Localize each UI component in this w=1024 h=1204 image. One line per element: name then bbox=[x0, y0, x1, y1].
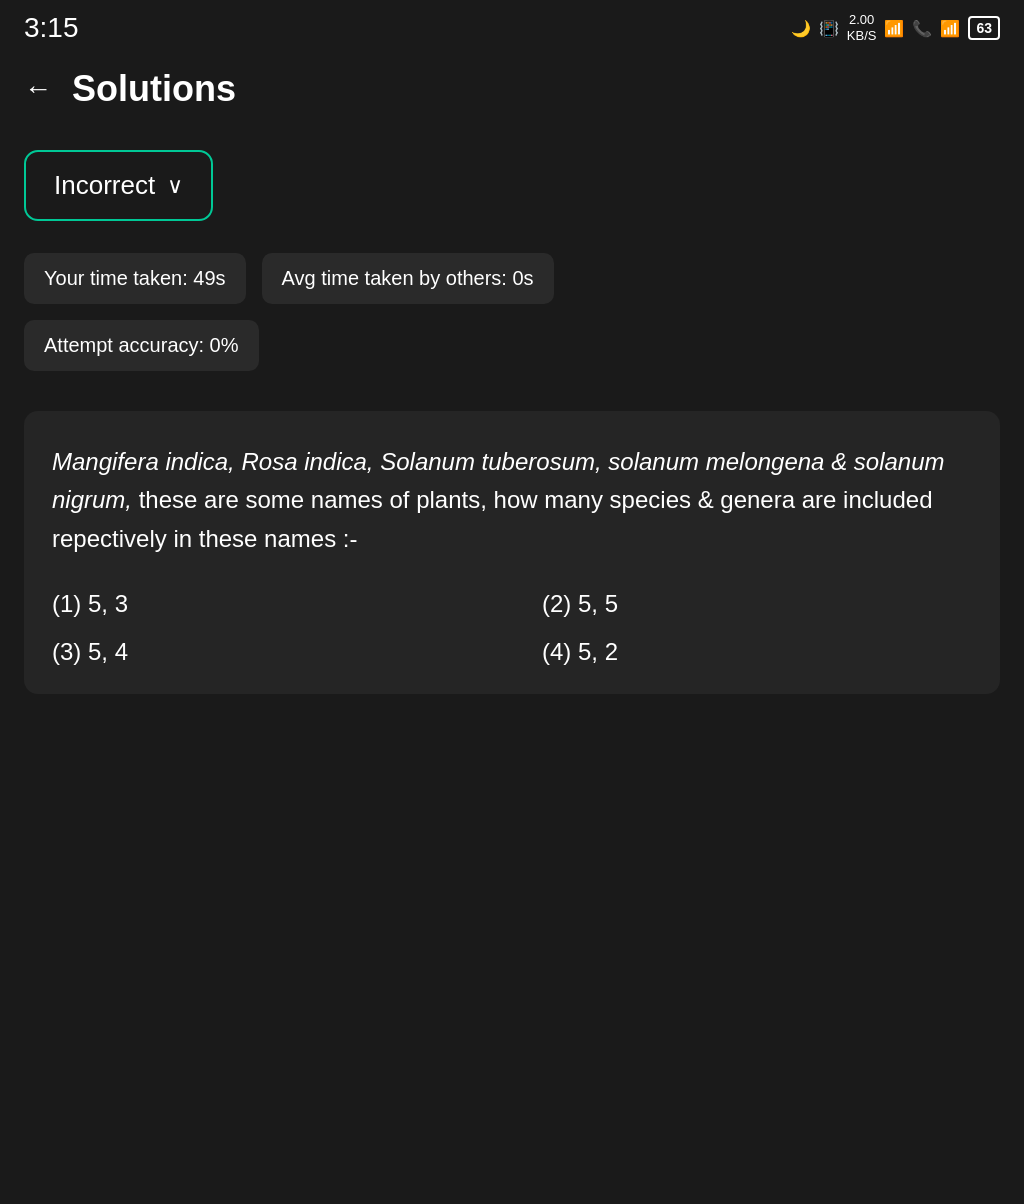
signal-icon: 📶 bbox=[940, 19, 960, 38]
header: ← Solutions bbox=[0, 52, 1024, 134]
time-taken-text: Your time taken: 49s bbox=[44, 267, 226, 289]
battery-indicator: 63 bbox=[968, 16, 1000, 40]
vibrate-icon: 📳 bbox=[819, 19, 839, 38]
option-2[interactable]: (2) 5, 5 bbox=[542, 590, 972, 618]
filter-dropdown[interactable]: Incorrect ∨ bbox=[24, 150, 213, 221]
page-title: Solutions bbox=[72, 68, 236, 110]
question-body: these are some names of plants, how many… bbox=[52, 486, 932, 551]
stats-row-2: Attempt accuracy: 0% bbox=[24, 320, 1000, 403]
time-taken-badge: Your time taken: 49s bbox=[24, 253, 246, 304]
stats-row-1: Your time taken: 49s Avg time taken by o… bbox=[24, 253, 1000, 304]
question-box: Mangifera indica, Rosa indica, Solanum t… bbox=[24, 411, 1000, 694]
plant-3: Solanum tuberosum bbox=[380, 448, 595, 475]
status-icons: 🌙 📳 2.00KB/S 📶 📞 📶 63 bbox=[791, 12, 1000, 43]
question-text: Mangifera indica, Rosa indica, Solanum t… bbox=[52, 443, 972, 558]
status-time: 3:15 bbox=[24, 12, 79, 44]
accuracy-badge: Attempt accuracy: 0% bbox=[24, 320, 259, 371]
option-4[interactable]: (4) 5, 2 bbox=[542, 638, 972, 666]
network-speed: 2.00KB/S bbox=[847, 12, 877, 43]
call-icon: 📞 bbox=[912, 19, 932, 38]
options-grid: (1) 5, 3 (2) 5, 5 (3) 5, 4 (4) 5, 2 bbox=[52, 590, 972, 666]
chevron-down-icon: ∨ bbox=[167, 173, 183, 199]
avg-time-badge: Avg time taken by others: 0s bbox=[262, 253, 554, 304]
wifi-icon: 📶 bbox=[884, 19, 904, 38]
accuracy-text: Attempt accuracy: 0% bbox=[44, 334, 239, 356]
main-content: Incorrect ∨ Your time taken: 49s Avg tim… bbox=[0, 134, 1024, 710]
status-bar: 3:15 🌙 📳 2.00KB/S 📶 📞 📶 63 bbox=[0, 0, 1024, 52]
plant-4: solanum melongena bbox=[608, 448, 824, 475]
back-button[interactable]: ← bbox=[24, 73, 52, 105]
option-3[interactable]: (3) 5, 4 bbox=[52, 638, 482, 666]
ampersand: & bbox=[831, 448, 847, 475]
option-1[interactable]: (1) 5, 3 bbox=[52, 590, 482, 618]
filter-label: Incorrect bbox=[54, 170, 155, 201]
avg-time-text: Avg time taken by others: 0s bbox=[282, 267, 534, 289]
plant-2: Rosa indica bbox=[241, 448, 366, 475]
moon-icon: 🌙 bbox=[791, 19, 811, 38]
plant-1: Mangifera indica bbox=[52, 448, 228, 475]
